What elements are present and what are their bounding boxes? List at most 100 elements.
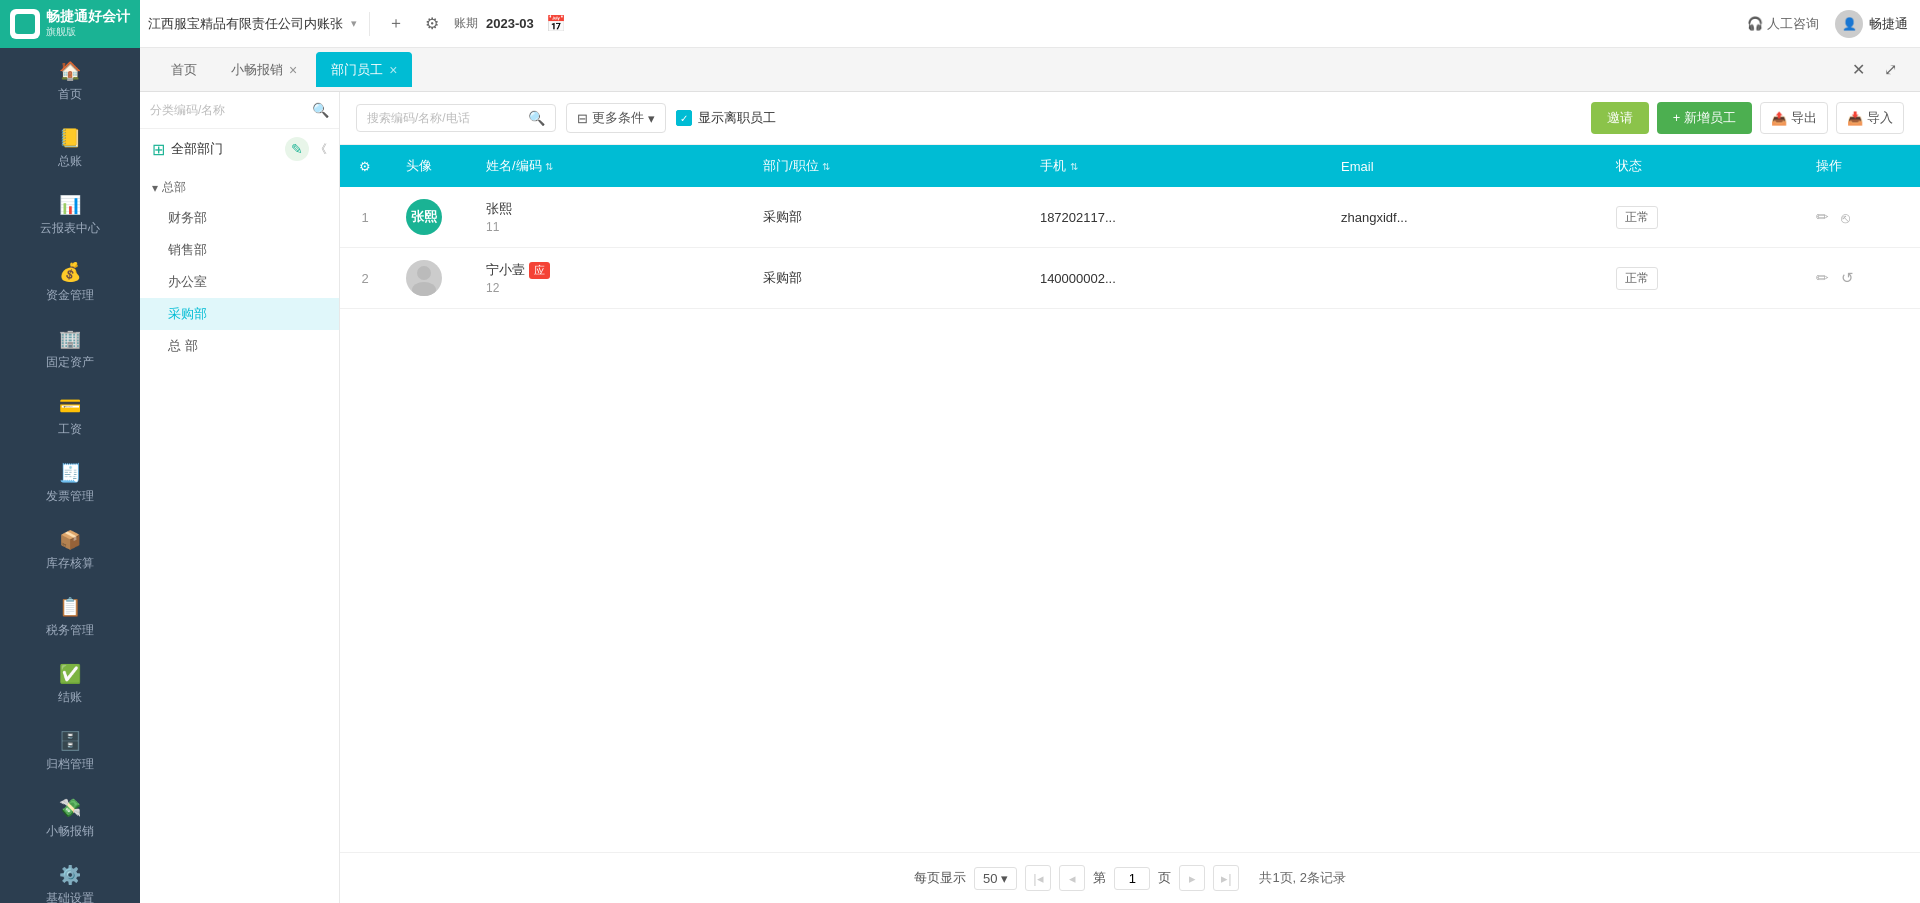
dept-section-title[interactable]: ▾ 总部	[140, 173, 339, 202]
app-title: 畅捷通好会计	[46, 8, 130, 25]
tab-expense[interactable]: 小畅报销 ×	[216, 52, 312, 87]
page-suffix: 页	[1158, 869, 1171, 887]
sidebar-item-label: 库存核算	[46, 555, 94, 572]
export-button[interactable]: 📤 导出	[1760, 102, 1828, 134]
employee-search-input[interactable]	[367, 111, 522, 125]
pagination: 每页显示 50 ▾ |◂ ◂ 第 页 ▸ ▸| 共1页, 2条记录	[340, 852, 1920, 903]
calendar-icon[interactable]: 📅	[542, 10, 570, 38]
settings-icon[interactable]: ⚙	[418, 10, 446, 38]
filter-icon: ⊟	[577, 111, 588, 126]
sidebar-item-invoice[interactable]: 🧾 发票管理	[0, 450, 140, 517]
per-page-select[interactable]: 50 ▾	[974, 867, 1017, 890]
employee-tag: 应	[529, 262, 550, 279]
section-arrow-icon: ▾	[152, 181, 158, 195]
tab-employees-label: 部门员工	[331, 61, 383, 79]
collapse-icon[interactable]: 《	[315, 141, 327, 158]
user-name: 畅捷通	[1869, 15, 1908, 33]
sidebar-item-label: 归档管理	[46, 756, 94, 773]
avatar: 👤	[1835, 10, 1863, 38]
period-value: 2023-03	[486, 16, 534, 31]
employee-table: ⚙ 头像 姓名/编码 ⇅ 部门/职位 ⇅ 手机 ⇅ Email 状态 操作	[340, 145, 1920, 309]
per-page-arrow-icon: ▾	[1001, 871, 1008, 886]
filter-button[interactable]: ⊟ 更多条件 ▾	[566, 103, 666, 133]
last-page-button[interactable]: ▸|	[1213, 865, 1239, 891]
dept-item-office[interactable]: 办公室	[140, 266, 339, 298]
close-all-icon[interactable]: ✕	[1844, 56, 1872, 84]
sidebar-item-expense[interactable]: 💸 小畅报销	[0, 785, 140, 852]
expand-icon[interactable]: ⤢	[1876, 56, 1904, 84]
sidebar-item-salary[interactable]: 💳 工资	[0, 383, 140, 450]
sidebar-item-ledger[interactable]: 📒 总账	[0, 115, 140, 182]
table-row: 2 宁小壹	[340, 248, 1920, 309]
tab-expense-close-icon[interactable]: ×	[289, 63, 297, 77]
finance-icon: 💰	[59, 261, 81, 283]
user-area[interactable]: 👤 畅捷通	[1835, 10, 1908, 38]
service-button[interactable]: 🎧 人工咨询	[1747, 15, 1819, 33]
status-badge: 正常	[1616, 267, 1658, 290]
row-avatar: 张熙	[390, 187, 470, 248]
show-resigned-checkbox-area[interactable]: ✓ 显示离职员工	[676, 109, 776, 127]
search-icon[interactable]: 🔍	[528, 110, 545, 126]
dept-item-general[interactable]: 总 部	[140, 330, 339, 362]
logout-icon[interactable]: ⎋	[1841, 209, 1850, 226]
sidebar-item-home[interactable]: 🏠 首页	[0, 48, 140, 115]
sidebar-item-tax[interactable]: 📋 税务管理	[0, 584, 140, 651]
page-number-input[interactable]	[1114, 867, 1150, 890]
toolbar-right: 邀请 + 新增员工 📤 导出 📥 导入	[1591, 102, 1904, 134]
row-dept: 采购部	[747, 248, 1024, 309]
sidebar-item-inventory[interactable]: 📦 库存核算	[0, 517, 140, 584]
tab-bar: 首页 小畅报销 × 部门员工 × ✕ ⤢	[140, 48, 1920, 92]
dept-search-input[interactable]	[150, 103, 312, 117]
assets-icon: 🏢	[59, 328, 81, 350]
sidebar-item-closing[interactable]: ✅ 结账	[0, 651, 140, 718]
dept-search-box: 🔍	[140, 92, 339, 129]
sidebar-item-archive[interactable]: 🗄️ 归档管理	[0, 718, 140, 785]
sidebar-item-assets[interactable]: 🏢 固定资产	[0, 316, 140, 383]
dept-header-label: 全部部门	[171, 140, 279, 158]
table-header: ⚙ 头像 姓名/编码 ⇅ 部门/职位 ⇅ 手机 ⇅ Email 状态 操作	[340, 145, 1920, 187]
add-employee-button[interactable]: + 新增员工	[1657, 102, 1752, 134]
refresh-icon[interactable]: ↺	[1841, 269, 1854, 287]
company-dropdown-icon[interactable]: ▾	[351, 17, 357, 30]
import-button[interactable]: 📥 导入	[1836, 102, 1904, 134]
edit-icon[interactable]: ✏	[1816, 269, 1829, 287]
row-dept: 采购部	[747, 187, 1024, 248]
show-resigned-label: 显示离职员工	[698, 109, 776, 127]
sidebar-item-label: 云报表中心	[40, 220, 100, 237]
sidebar-item-reports[interactable]: 📊 云报表中心	[0, 182, 140, 249]
dept-tree: ▾ 总部 财务部 销售部 办公室 采购部 总 部	[140, 169, 339, 903]
dept-item-purchasing[interactable]: 采购部	[140, 298, 339, 330]
dept-header[interactable]: ⊞ 全部部门 ✎ 《	[140, 129, 339, 169]
top-bar-right: 🎧 人工咨询 👤 畅捷通	[1747, 10, 1908, 38]
avatar: 张熙	[406, 199, 442, 235]
tab-home[interactable]: 首页	[156, 52, 212, 87]
add-dept-icon[interactable]: ✎	[285, 137, 309, 161]
dept-item-finance[interactable]: 财务部	[140, 202, 339, 234]
col-settings[interactable]: ⚙	[340, 145, 390, 187]
employee-code: 11	[486, 220, 731, 234]
first-page-button[interactable]: |◂	[1025, 865, 1051, 891]
sidebar-item-finance[interactable]: 💰 资金管理	[0, 249, 140, 316]
dept-item-sales[interactable]: 销售部	[140, 234, 339, 266]
tax-icon: 📋	[59, 596, 81, 618]
main-layout: 🏠 首页 📒 总账 📊 云报表中心 💰 资金管理 🏢 固定资产 💳 工资 🧾 发…	[0, 48, 1920, 903]
employee-table-container: ⚙ 头像 姓名/编码 ⇅ 部门/职位 ⇅ 手机 ⇅ Email 状态 操作	[340, 145, 1920, 852]
row-num: 1	[340, 187, 390, 248]
show-resigned-checkbox[interactable]: ✓	[676, 110, 692, 126]
tab-employees[interactable]: 部门员工 ×	[316, 52, 412, 87]
sidebar-item-settings[interactable]: ⚙️ 基础设置	[0, 852, 140, 903]
content-area: 首页 小畅报销 × 部门员工 × ✕ ⤢ 🔍	[140, 48, 1920, 903]
invite-button[interactable]: 邀请	[1591, 102, 1649, 134]
prev-page-button[interactable]: ◂	[1059, 865, 1085, 891]
next-page-button[interactable]: ▸	[1179, 865, 1205, 891]
right-panel: 🔍 ⊟ 更多条件 ▾ ✓ 显示离职员工 邀请 + 新增员工	[340, 92, 1920, 903]
divider	[369, 12, 370, 36]
dept-search-icon[interactable]: 🔍	[312, 102, 329, 118]
col-phone[interactable]: 手机 ⇅	[1024, 145, 1325, 187]
col-name[interactable]: 姓名/编码 ⇅	[470, 145, 747, 187]
tab-employees-close-icon[interactable]: ×	[389, 63, 397, 77]
row-phone: 140000002...	[1024, 248, 1325, 309]
edit-icon[interactable]: ✏	[1816, 208, 1829, 226]
add-button[interactable]: ＋	[382, 10, 410, 38]
col-dept[interactable]: 部门/职位 ⇅	[747, 145, 1024, 187]
